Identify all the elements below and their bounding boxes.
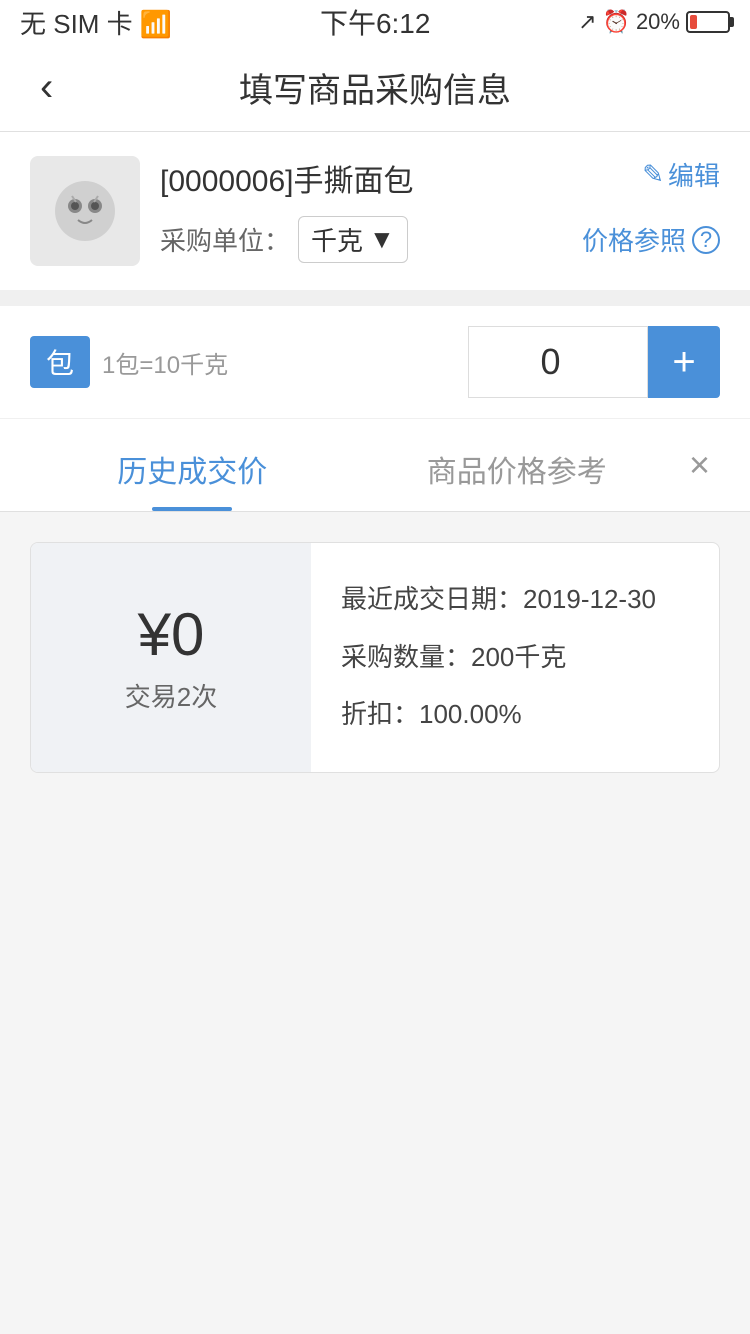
quantity-input-group: + (468, 326, 720, 398)
status-right: ↗ ⏰ 20% (578, 9, 730, 35)
product-thumbnail (30, 156, 140, 266)
status-bar: 无 SIM 卡 📶 下午6:12 ↗ ⏰ 20% (0, 0, 750, 44)
quantity-conversion: 1包=10千克 (102, 345, 228, 380)
purchase-qty: 采购数量：200千克 (341, 637, 689, 679)
quantity-input[interactable] (468, 326, 648, 398)
section-divider (0, 290, 750, 306)
product-thumb-image (50, 176, 120, 246)
quantity-row: 包 1包=10千克 + (0, 306, 750, 419)
alarm-icon: ⏰ (603, 9, 630, 35)
edit-button[interactable]: ✎ 编辑 (642, 156, 720, 193)
page-title: 填写商品采购信息 (239, 63, 511, 112)
battery-icon (686, 11, 730, 33)
product-card: [0000006]手撕面包 ✎ 编辑 采购单位： 千克 ▼ 价格参照 ? (0, 132, 750, 290)
tabs-bar: 历史成交价 商品价格参考 × (0, 419, 750, 512)
price-ref-label: 价格参照 (582, 221, 686, 258)
price-card-left: ¥0 交易2次 (31, 543, 311, 772)
product-header: [0000006]手撕面包 ✎ 编辑 (160, 156, 720, 200)
tab-close-button[interactable]: × (679, 434, 720, 496)
quantity-unit: 包 (30, 336, 90, 388)
chevron-down-icon: ▼ (369, 224, 395, 255)
nav-bar: ‹ 填写商品采购信息 (0, 44, 750, 132)
back-button[interactable]: ‹ (30, 55, 63, 120)
edit-icon: ✎ (642, 159, 664, 190)
price-card: ¥0 交易2次 最近成交日期：2019-12-30 采购数量：200千克 折扣：… (30, 542, 720, 773)
tab-history-price[interactable]: 历史成交价 (30, 419, 354, 511)
price-times: 交易2次 (125, 677, 217, 714)
quantity-plus-button[interactable]: + (648, 326, 720, 398)
tab-product-price-ref[interactable]: 商品价格参考 (354, 419, 678, 511)
status-time: 下午6:12 (320, 2, 431, 42)
product-unit-row: 采购单位： 千克 ▼ 价格参照 ? (160, 216, 720, 263)
product-name: [0000006]手撕面包 (160, 156, 413, 200)
unit-select[interactable]: 千克 ▼ (298, 216, 408, 263)
unit-text: 采购单位： (160, 221, 290, 258)
battery-percent: 20% (636, 9, 680, 35)
price-amount: ¥0 (138, 600, 205, 669)
price-card-right: 最近成交日期：2019-12-30 采购数量：200千克 折扣：100.00% (311, 543, 719, 772)
help-icon: ? (692, 226, 720, 254)
discount: 折扣：100.00% (341, 694, 689, 736)
unit-value: 千克 (311, 221, 363, 258)
location-icon: ↗ (578, 9, 596, 35)
quantity-label: 包 1包=10千克 (30, 336, 228, 388)
product-info: [0000006]手撕面包 ✎ 编辑 采购单位： 千克 ▼ 价格参照 ? (160, 156, 720, 263)
price-ref-button[interactable]: 价格参照 ? (582, 221, 720, 258)
recent-date: 最近成交日期：2019-12-30 (341, 579, 689, 621)
status-network: 无 SIM 卡 📶 (20, 4, 172, 41)
edit-label: 编辑 (668, 156, 720, 193)
unit-label: 采购单位： 千克 ▼ (160, 216, 408, 263)
history-content: ¥0 交易2次 最近成交日期：2019-12-30 采购数量：200千克 折扣：… (0, 512, 750, 1112)
